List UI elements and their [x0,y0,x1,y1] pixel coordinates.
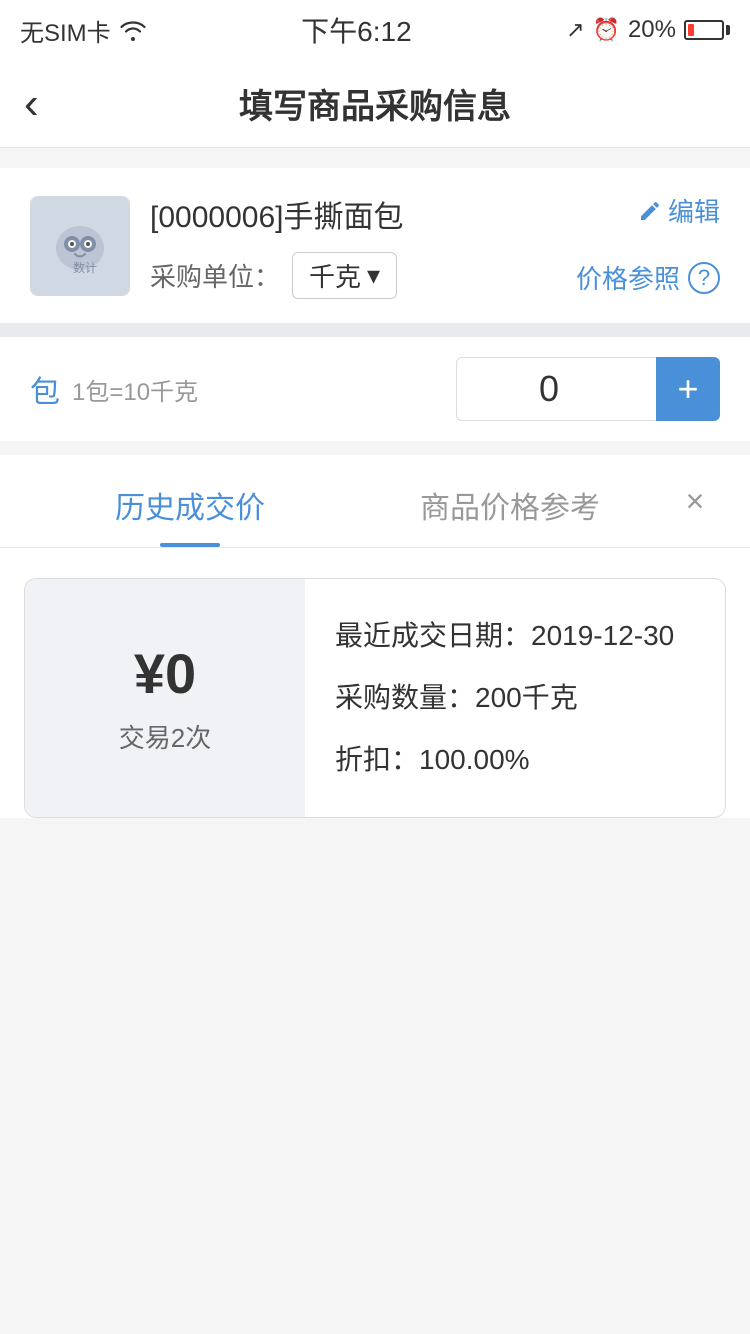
unit-label: 采购单位： [150,257,280,294]
unit-select[interactable]: 千克 ▾ [292,252,397,299]
dropdown-arrow-icon: ▾ [367,260,380,291]
trade-details-right: 最近成交日期：2019-12-30 采购数量：200千克 折扣：100.00% [305,579,725,817]
quantity-row: 包 1包=10千克 + [0,337,750,441]
product-thumbnail: 数计 [30,196,130,296]
trade-count: 交易2次 [119,718,211,755]
product-card: 数计 [0000006]手撕面包 采购单位： 千克 ▾ [0,168,750,323]
product-info: [0000006]手撕面包 采购单位： 千克 ▾ [150,192,403,299]
wifi-icon [119,19,147,41]
purchase-qty-label: 采购数量： [335,682,475,713]
status-right: ↗ ⏰ 20% [566,16,730,44]
product-right: 编辑 价格参照 ? [576,192,720,296]
tab-historical-label: 历史成交价 [115,492,265,525]
edit-icon [638,199,662,223]
discount-label: 折扣： [335,744,419,775]
status-time: 下午6:12 [301,10,412,50]
status-bar: 无SIM卡 下午6:12 ↗ ⏰ 20% [0,0,750,60]
trade-purchase-qty-row: 采购数量：200千克 [335,677,695,719]
product-unit-row: 采购单位： 千克 ▾ [150,252,403,299]
battery-icon [684,20,730,40]
recent-date-label: 最近成交日期： [335,620,531,651]
tab-price-reference[interactable]: 商品价格参考 [350,455,670,547]
quantity-input-wrapper: + [456,357,720,421]
edit-label: 编辑 [668,192,720,229]
alarm-icon: ⏰ [593,17,620,43]
edit-button[interactable]: 编辑 [638,192,720,229]
status-left: 无SIM卡 [20,13,147,48]
unit-value: 千克 [309,257,361,294]
recent-date-value: 2019-12-30 [531,620,674,651]
tabs-close-button[interactable]: × [670,476,720,526]
carrier-text: 无SIM卡 [20,13,111,48]
tabs-header: 历史成交价 商品价格参考 × [0,455,750,548]
trade-price-value: ¥0 [134,641,196,706]
price-ref-button[interactable]: 价格参照 ? [576,259,720,296]
price-ref-label: 价格参照 [576,259,680,296]
trade-discount-row: 折扣：100.00% [335,739,695,781]
svg-text:数计: 数计 [73,260,97,275]
unit-bag-label: 包 [30,367,60,411]
product-name: [0000006]手撕面包 [150,192,403,236]
purchase-qty-value: 200千克 [475,682,578,713]
product-left: 数计 [0000006]手撕面包 采购单位： 千克 ▾ [30,192,403,299]
quantity-left: 包 1包=10千克 [30,367,198,411]
tab-historical-price[interactable]: 历史成交价 [30,455,350,547]
discount-value: 100.00% [419,744,530,775]
tabs-panel: 历史成交价 商品价格参考 × ¥0 交易2次 最近成交日期：2019-12-30… [0,455,750,818]
tab-price-ref-label: 商品价格参考 [420,492,600,525]
battery-percent: 20% [628,16,676,44]
price-number: 0 [165,642,196,705]
product-logo-icon: 数计 [45,216,115,276]
page-header: ‹ 填写商品采购信息 [0,60,750,148]
currency-symbol: ¥ [134,642,165,705]
quantity-input[interactable] [456,357,656,421]
trade-price-left: ¥0 交易2次 [25,579,305,817]
back-button[interactable]: ‹ [24,79,39,129]
help-icon: ? [688,262,720,294]
trade-card: ¥0 交易2次 最近成交日期：2019-12-30 采购数量：200千克 折扣：… [24,578,726,818]
page-title: 填写商品采购信息 [239,79,511,128]
nav-icon: ↗ [566,17,584,43]
trade-recent-date-row: 最近成交日期：2019-12-30 [335,615,695,657]
quantity-plus-button[interactable]: + [656,357,720,421]
unit-note: 1包=10千克 [72,372,198,407]
section-divider [0,323,750,337]
